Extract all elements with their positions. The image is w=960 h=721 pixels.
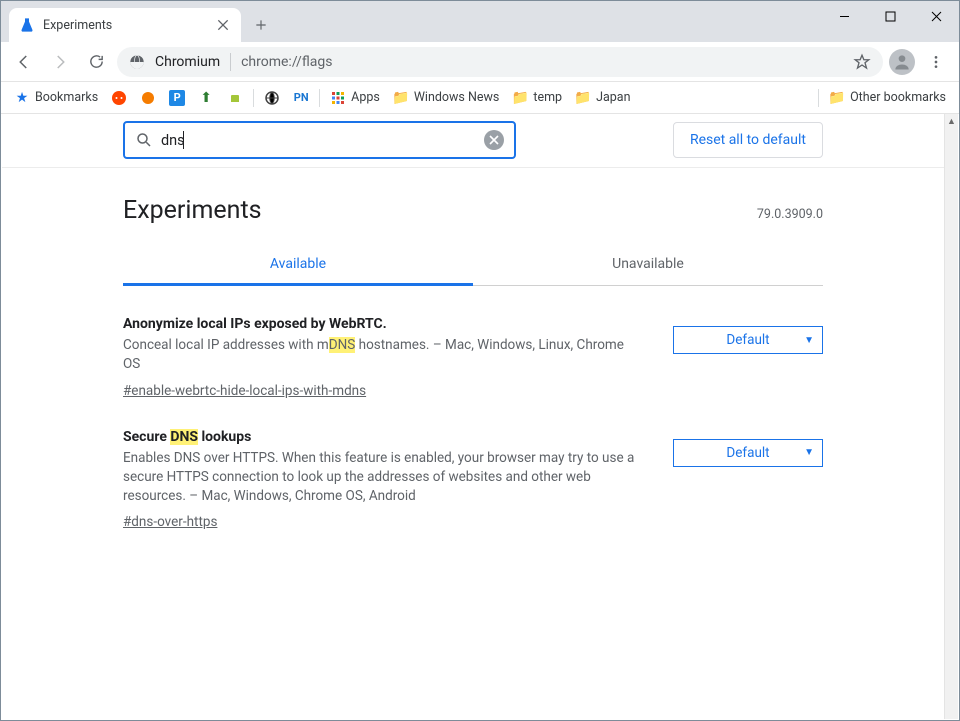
bookmark-star-icon[interactable] bbox=[853, 53, 871, 71]
new-tab-button[interactable] bbox=[247, 11, 275, 39]
version-label: 79.0.3909.0 bbox=[757, 207, 823, 222]
flag-entry: Anonymize local IPs exposed by WebRTC. C… bbox=[123, 286, 823, 399]
folder-icon: 📁 bbox=[829, 90, 845, 106]
p-icon: P bbox=[169, 90, 185, 106]
flag-description: Conceal local IP addresses with mDNS hos… bbox=[123, 336, 643, 374]
close-tab-button[interactable] bbox=[215, 17, 231, 33]
tab-available[interactable]: Available bbox=[123, 243, 473, 286]
viewport: dns Reset all to default Experiments 79.… bbox=[2, 114, 958, 719]
browser-tab[interactable]: Experiments bbox=[9, 8, 241, 42]
bookmark-item[interactable]: ⬆ bbox=[195, 88, 217, 108]
tab-title: Experiments bbox=[43, 18, 112, 33]
forward-button[interactable] bbox=[45, 47, 75, 77]
flag-select[interactable]: Default bbox=[673, 326, 823, 354]
flag-entry: Secure DNS lookups Enables DNS over HTTP… bbox=[123, 399, 823, 531]
page-title: Experiments bbox=[123, 196, 262, 225]
apps-icon bbox=[330, 90, 346, 106]
toolbar: Chromium chrome://flags bbox=[1, 42, 959, 82]
folder-icon: 📁 bbox=[393, 90, 409, 106]
bookmark-item[interactable] bbox=[224, 88, 246, 108]
reddit-icon bbox=[111, 90, 127, 106]
android-icon bbox=[227, 90, 243, 106]
tree-icon: ⬆ bbox=[198, 90, 214, 106]
bookmarks-bar: ★Bookmarks P ⬆ PN Apps 📁Windows News 📁te… bbox=[1, 82, 959, 114]
bookmark-folder[interactable]: 📁Windows News bbox=[390, 88, 503, 108]
bookmark-item[interactable] bbox=[137, 88, 159, 108]
flag-select[interactable]: Default bbox=[673, 439, 823, 467]
text-caret bbox=[183, 131, 184, 149]
page-content: dns Reset all to default Experiments 79.… bbox=[2, 114, 944, 719]
bookmark-item[interactable]: ★Bookmarks bbox=[11, 88, 101, 108]
omnibox-url: chrome://flags bbox=[241, 54, 843, 70]
separator bbox=[253, 89, 254, 107]
menu-button[interactable] bbox=[921, 47, 951, 77]
search-input-wrap[interactable]: dns bbox=[123, 121, 516, 159]
bookmark-folder[interactable]: 📁Japan bbox=[572, 88, 633, 108]
ball-icon bbox=[140, 90, 156, 106]
bookmark-item[interactable] bbox=[261, 88, 283, 108]
scroll-up-button[interactable]: ▲ bbox=[945, 114, 958, 128]
site-icon: PN bbox=[293, 90, 309, 106]
maximize-button[interactable] bbox=[867, 1, 913, 31]
bookmark-folder[interactable]: 📁temp bbox=[509, 88, 565, 108]
other-bookmarks[interactable]: 📁Other bookmarks bbox=[826, 88, 949, 108]
reload-button[interactable] bbox=[81, 47, 111, 77]
flask-icon bbox=[19, 17, 35, 33]
flag-anchor[interactable]: #dns-over-https bbox=[123, 514, 217, 530]
separator bbox=[818, 89, 819, 107]
flag-title: Anonymize local IPs exposed by WebRTC. bbox=[123, 316, 643, 332]
scrollbar[interactable]: ▲ bbox=[944, 114, 958, 719]
back-button[interactable] bbox=[9, 47, 39, 77]
flag-title: Secure DNS lookups bbox=[123, 429, 643, 445]
profile-avatar[interactable] bbox=[889, 49, 915, 75]
bookmark-item[interactable]: Apps bbox=[327, 88, 383, 108]
bookmark-item[interactable]: PN bbox=[290, 88, 312, 108]
flag-anchor[interactable]: #enable-webrtc-hide-local-ips-with-mdns bbox=[123, 383, 366, 399]
folder-icon: 📁 bbox=[575, 90, 591, 106]
close-window-button[interactable] bbox=[913, 1, 959, 31]
tab-unavailable[interactable]: Unavailable bbox=[473, 243, 823, 286]
minimize-button[interactable] bbox=[821, 1, 867, 31]
globe-icon bbox=[264, 90, 280, 106]
flag-description: Enables DNS over HTTPS. When this featur… bbox=[123, 449, 643, 506]
omnibox-prefix: Chromium bbox=[155, 54, 220, 70]
separator bbox=[319, 89, 320, 107]
chrome-window: Experiments Chromium chrome://flags bbox=[0, 0, 960, 721]
star-icon: ★ bbox=[14, 90, 30, 106]
titlebar: Experiments bbox=[1, 1, 959, 42]
search-icon bbox=[135, 131, 153, 149]
omnibox[interactable]: Chromium chrome://flags bbox=[117, 47, 883, 77]
window-controls bbox=[821, 1, 959, 31]
tab-strip: Available Unavailable bbox=[123, 243, 823, 286]
omnibox-separator bbox=[230, 53, 231, 71]
site-info-icon[interactable] bbox=[129, 54, 145, 70]
folder-icon: 📁 bbox=[512, 90, 528, 106]
clear-search-button[interactable] bbox=[484, 130, 504, 150]
bookmark-item[interactable] bbox=[108, 88, 130, 108]
search-input[interactable]: dns bbox=[161, 132, 185, 149]
bookmark-item[interactable]: P bbox=[166, 88, 188, 108]
reset-all-button[interactable]: Reset all to default bbox=[673, 122, 823, 158]
